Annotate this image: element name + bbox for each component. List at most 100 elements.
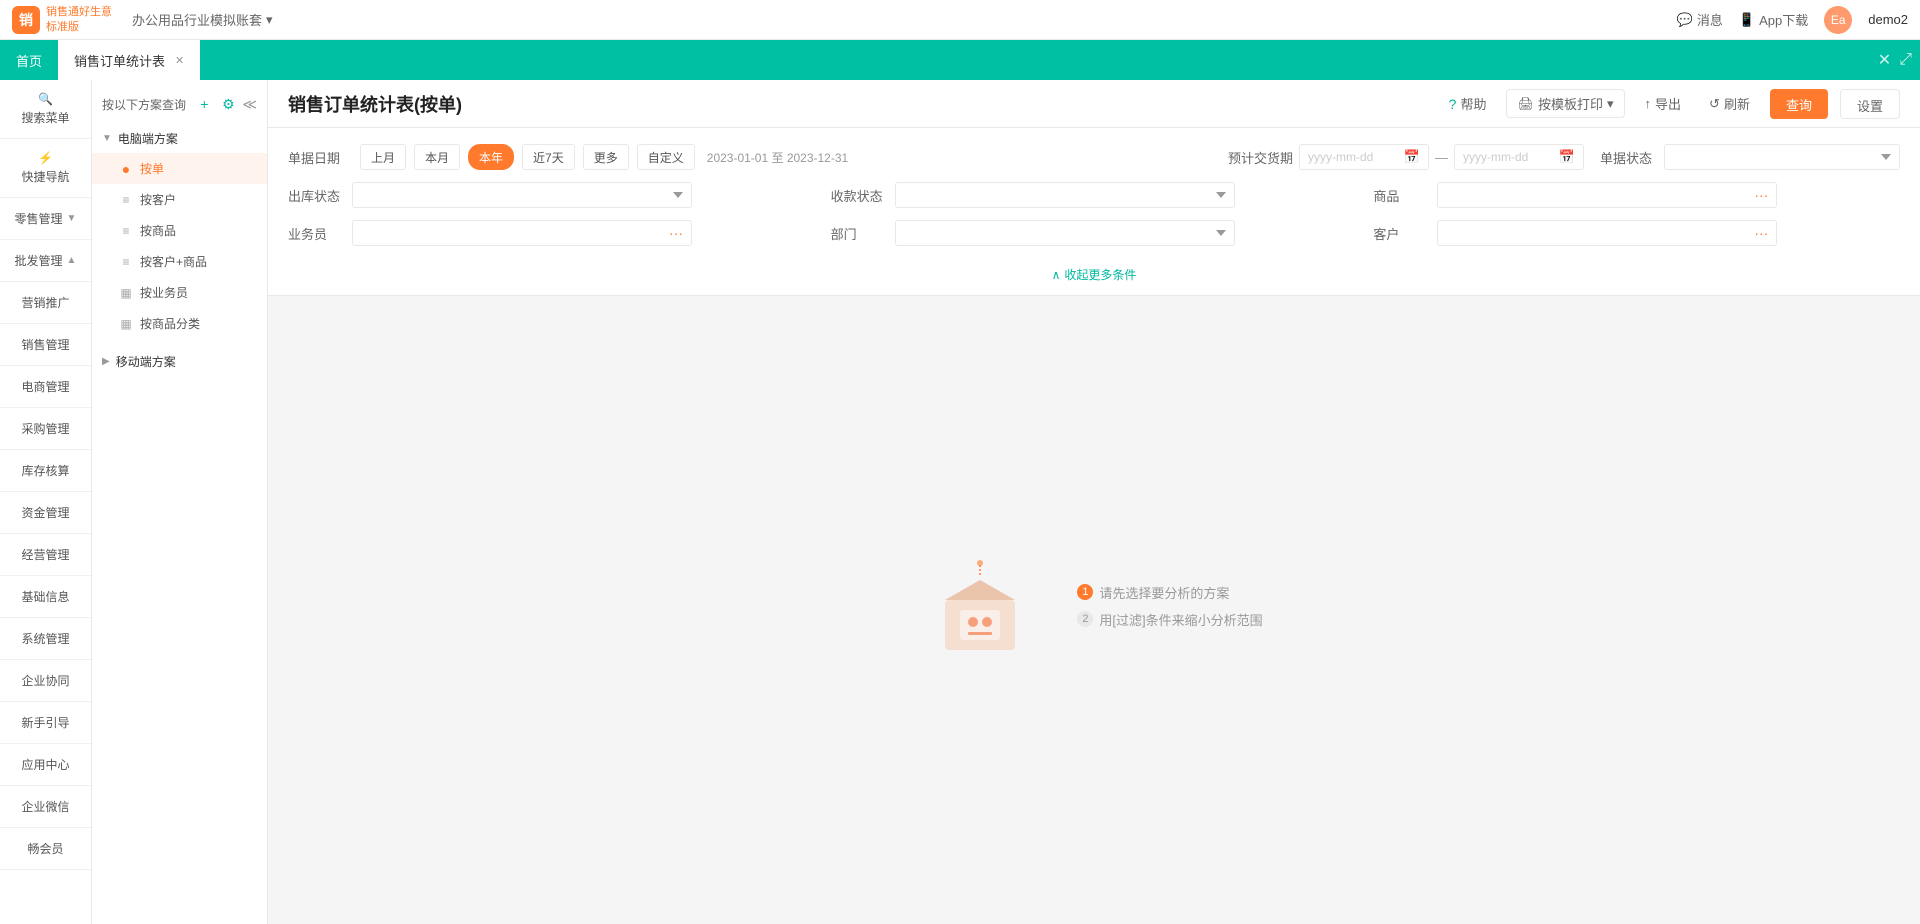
collapse-scheme-btn[interactable]: ≪: [242, 96, 257, 113]
sidebar-item-ecom[interactable]: 电商管理: [0, 366, 91, 408]
sidebar-item-wholesale[interactable]: 批发管理 ▲: [0, 240, 91, 282]
filter-row-3: 业务员 ··· 部门: [288, 220, 1900, 246]
scheme-item-by-order[interactable]: ● 按单: [92, 153, 267, 184]
sidebar-item-quicknav[interactable]: ⚡ 快捷导航: [0, 139, 91, 198]
empty-content: 1 请先选择要分析的方案 2 用[过滤]条件来缩小分析范围: [925, 560, 1262, 660]
logo-icon: 销: [12, 6, 40, 34]
expected-date-label: 预计交货期: [1228, 148, 1293, 167]
help-btn[interactable]: ? 帮助: [1441, 90, 1495, 117]
empty-tip-1: 1 请先选择要分析的方案: [1077, 583, 1262, 602]
cal-start-icon: 📅: [1404, 149, 1420, 165]
top-nav-item[interactable]: 办公用品行业模拟账套 ▾: [120, 10, 285, 29]
filter-row-date: 单据日期 上月 本月 本年 近7天 更多 自定义 2023-01-01 至 20…: [288, 144, 1900, 170]
add-scheme-btn[interactable]: +: [194, 94, 214, 114]
goods-label: 商品: [1373, 186, 1429, 205]
message-action[interactable]: 💬 消息: [1677, 10, 1723, 29]
window-expand-icon[interactable]: ⤢: [1899, 51, 1912, 69]
sidebar-item-base[interactable]: 基础信息: [0, 576, 91, 618]
salesman-more-icon[interactable]: ···: [669, 225, 683, 241]
scheme-group-mobile-title[interactable]: ▶ 移动端方案: [92, 347, 267, 376]
date-controls: 上月 本月 本年 近7天 更多 自定义 2023-01-01 至 2023-12…: [360, 144, 1212, 170]
scheme-item-by-salesman[interactable]: ▦ 按业务员: [92, 277, 267, 308]
scheme-item-by-product[interactable]: ≡ 按商品: [92, 215, 267, 246]
help-icon: ?: [1449, 96, 1457, 112]
date-range-text: 2023-01-01 至 2023-12-31: [707, 149, 848, 166]
logo-text: 销售通好生意 标准版: [46, 5, 112, 34]
sidebar: 🔍 搜索菜单 ⚡ 快捷导航 零售管理 ▼ 批发管理 ▲ 营销推广 销售管理 电商…: [0, 80, 92, 924]
retail-arrow: ▼: [67, 213, 77, 224]
salesman-input[interactable]: ···: [352, 220, 692, 246]
date-btn-7days[interactable]: 近7天: [522, 144, 575, 170]
mobile-group-arrow: ▶: [102, 356, 110, 367]
page-title: 销售订单统计表(按单): [288, 91, 462, 117]
scheme-item-by-category[interactable]: ▦ 按商品分类: [92, 308, 267, 339]
collapse-bar[interactable]: ∧ 收起更多条件: [288, 258, 1900, 287]
scheme-category-icon: ▦: [118, 316, 134, 332]
sidebar-item-ops[interactable]: 经营管理: [0, 534, 91, 576]
scheme-group-pc: ▼ 电脑端方案 ● 按单 ≡ 按客户 ≡ 按商品: [92, 120, 267, 343]
window-close-icon[interactable]: ✕: [1878, 50, 1891, 70]
customer-more-icon[interactable]: ···: [1754, 225, 1768, 241]
goods-input[interactable]: ···: [1437, 182, 1777, 208]
sidebar-item-purchase[interactable]: 采购管理: [0, 408, 91, 450]
sidebar-item-marketing[interactable]: 营销推广: [0, 282, 91, 324]
avatar[interactable]: Ea: [1824, 6, 1852, 34]
tab-close-icon[interactable]: ✕: [175, 54, 184, 67]
print-dropdown-arrow: ▾: [1607, 96, 1614, 112]
sidebar-item-wechat[interactable]: 企业微信: [0, 786, 91, 828]
scheme-product-icon: ≡: [118, 223, 134, 239]
top-header: 销 销售通好生意 标准版 办公用品行业模拟账套 ▾ 💬 消息 📱 App下载 E…: [0, 0, 1920, 40]
app-download-action[interactable]: 📱 App下载: [1739, 10, 1808, 29]
date-label: 单据日期: [288, 148, 344, 167]
refresh-btn[interactable]: ↺ 刷新: [1701, 90, 1758, 117]
collapse-icon: ∧: [1052, 268, 1061, 282]
cal-end-icon: 📅: [1559, 149, 1575, 165]
scheme-panel: 按以下方案查询 + ⚙ ≪ ▼ 电脑端方案 ● 按单: [92, 80, 268, 924]
sidebar-item-newbie[interactable]: 新手引导: [0, 702, 91, 744]
sidebar-item-system[interactable]: 系统管理: [0, 618, 91, 660]
print-icon: 🖨: [1517, 96, 1534, 112]
scheme-group-pc-title[interactable]: ▼ 电脑端方案: [92, 124, 267, 153]
settings-scheme-btn[interactable]: ⚙: [218, 94, 238, 114]
settings-btn[interactable]: 设置: [1840, 89, 1900, 119]
customer-label: 客户: [1373, 224, 1429, 243]
export-btn[interactable]: ↑ 导出: [1637, 90, 1690, 117]
date-btn-thisyear[interactable]: 本年: [468, 144, 514, 170]
sidebar-item-sales[interactable]: 销售管理: [0, 324, 91, 366]
receipt-status-label: 收款状态: [831, 186, 887, 205]
ship-status-select[interactable]: [352, 182, 692, 208]
status-select[interactable]: [1664, 144, 1900, 170]
scheme-item-by-cust-prod[interactable]: ≡ 按客户+商品: [92, 246, 267, 277]
status-label: 单据状态: [1600, 148, 1656, 167]
sidebar-item-search[interactable]: 🔍 搜索菜单: [0, 80, 91, 139]
empty-illustration: [925, 560, 1045, 660]
scheme-item-by-customer[interactable]: ≡ 按客户: [92, 184, 267, 215]
dept-select[interactable]: [895, 220, 1235, 246]
sidebar-item-retail[interactable]: 零售管理 ▼: [0, 198, 91, 240]
expected-date-start-input[interactable]: yyyy-mm-dd 📅: [1299, 144, 1429, 170]
receipt-status-select[interactable]: [895, 182, 1235, 208]
sidebar-item-inventory[interactable]: 库存核算: [0, 450, 91, 492]
query-btn[interactable]: 查询: [1770, 89, 1828, 119]
salesman-label: 业务员: [288, 224, 344, 243]
date-btn-more[interactable]: 更多: [583, 144, 629, 170]
tab-sales-stat[interactable]: 销售订单统计表 ✕: [58, 40, 200, 80]
tab-home[interactable]: 首页: [0, 40, 58, 80]
scheme-panel-header: 按以下方案查询 + ⚙ ≪: [92, 88, 267, 120]
expected-date-end-input[interactable]: yyyy-mm-dd 📅: [1454, 144, 1584, 170]
sidebar-item-appstore[interactable]: 应用中心: [0, 744, 91, 786]
customer-input[interactable]: ···: [1437, 220, 1777, 246]
wholesale-arrow: ▲: [67, 255, 77, 266]
sidebar-item-corp[interactable]: 企业协同: [0, 660, 91, 702]
sidebar-item-member[interactable]: 畅会员: [0, 828, 91, 870]
ship-status-label: 出库状态: [288, 186, 344, 205]
sidebar-item-finance[interactable]: 资金管理: [0, 492, 91, 534]
header-left: 销 销售通好生意 标准版 办公用品行业模拟账套 ▾: [12, 5, 285, 34]
date-btn-thismonth[interactable]: 本月: [414, 144, 460, 170]
content-area: 按以下方案查询 + ⚙ ≪ ▼ 电脑端方案 ● 按单: [92, 80, 1920, 924]
refresh-icon: ↺: [1709, 96, 1720, 112]
goods-more-icon[interactable]: ···: [1754, 187, 1768, 203]
print-btn[interactable]: 🖨 按模板打印 ▾: [1506, 89, 1624, 118]
date-btn-custom[interactable]: 自定义: [637, 144, 695, 170]
date-btn-lastmonth[interactable]: 上月: [360, 144, 406, 170]
